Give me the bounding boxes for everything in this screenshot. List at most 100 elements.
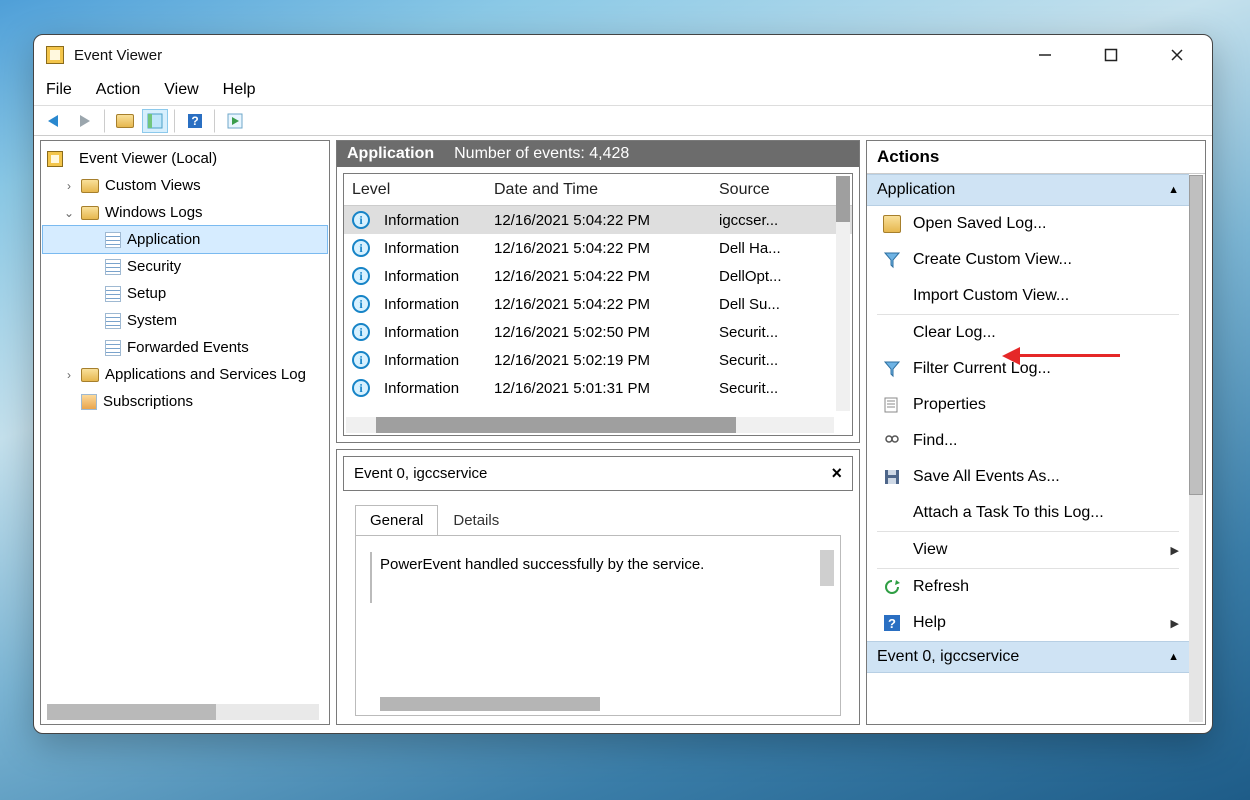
detail-title: Event 0, igccservice — [354, 465, 487, 482]
action-refresh[interactable]: Refresh — [867, 569, 1189, 605]
event-list-pane: Application Number of events: 4,428 Leve… — [336, 140, 860, 443]
help-icon: ? — [883, 614, 901, 632]
actions-pane: Actions Application▲ Open Saved Log... C… — [866, 140, 1206, 725]
maximize-button[interactable] — [1092, 40, 1130, 70]
detail-vscroll[interactable] — [820, 550, 834, 586]
up-folder-button[interactable] — [112, 109, 138, 133]
list-header-title: Application — [347, 145, 434, 163]
tree-custom-views[interactable]: ›Custom Views — [43, 172, 327, 199]
tree-log-forwarded[interactable]: Forwarded Events — [43, 334, 327, 361]
close-button[interactable] — [1158, 40, 1196, 70]
action-import-custom-view[interactable]: Import Custom View... — [867, 278, 1189, 314]
action-filter-log[interactable]: Filter Current Log... — [867, 351, 1189, 387]
action-clear-log[interactable]: Clear Log... — [867, 315, 1189, 351]
tab-details[interactable]: Details — [438, 505, 514, 535]
info-icon — [352, 351, 370, 369]
tree-apps-services[interactable]: ›Applications and Services Log — [43, 361, 327, 388]
event-row[interactable]: Information12/16/2021 5:04:22 PMDellOpt.… — [344, 262, 852, 290]
actions-section-application[interactable]: Application▲ — [867, 174, 1189, 206]
list-body: Level Date and Time Source Information12… — [343, 173, 853, 436]
refresh-icon — [883, 578, 901, 596]
col-source[interactable]: Source — [719, 181, 852, 199]
properties-icon — [883, 396, 901, 414]
svg-text:?: ? — [191, 114, 198, 128]
actions-body: Application▲ Open Saved Log... Create Cu… — [867, 174, 1205, 724]
event-row[interactable]: Information12/16/2021 5:04:22 PMigccser.… — [344, 206, 852, 234]
menu-file[interactable]: File — [46, 81, 72, 99]
tab-general[interactable]: General — [355, 505, 438, 535]
minimize-button[interactable] — [1026, 40, 1064, 70]
list-header-count: Number of events: 4,428 — [454, 145, 629, 163]
forward-button[interactable] — [72, 109, 98, 133]
detail-tabs: General Details — [355, 505, 841, 535]
info-icon — [352, 239, 370, 257]
detail-body: PowerEvent handled successfully by the s… — [355, 535, 841, 716]
blank-icon — [883, 287, 901, 305]
center-pane: Application Number of events: 4,428 Leve… — [336, 140, 860, 725]
event-row[interactable]: Information12/16/2021 5:01:31 PMSecurit.… — [344, 374, 852, 402]
actions-vscroll[interactable] — [1189, 175, 1203, 722]
event-row[interactable]: Information12/16/2021 5:04:22 PMDell Ha.… — [344, 234, 852, 262]
tree-subscriptions[interactable]: Subscriptions — [43, 388, 327, 415]
help-button[interactable]: ? — [182, 109, 208, 133]
info-icon — [352, 267, 370, 285]
funnel-icon — [883, 360, 901, 378]
menu-help[interactable]: Help — [223, 81, 256, 99]
chevron-right-icon: ▶ — [1171, 544, 1179, 557]
content-area: Event Viewer (Local) ›Custom Views ⌄Wind… — [34, 136, 1212, 733]
tree-log-system[interactable]: System — [43, 307, 327, 334]
funnel-icon — [883, 251, 901, 269]
tree-root[interactable]: Event Viewer (Local) — [43, 145, 327, 172]
titlebar: Event Viewer — [34, 35, 1212, 75]
event-row[interactable]: Information12/16/2021 5:02:50 PMSecurit.… — [344, 318, 852, 346]
preview-button[interactable] — [222, 109, 248, 133]
toolbar: ? — [34, 106, 1212, 136]
info-icon — [352, 211, 370, 229]
action-save-all-events[interactable]: Save All Events As... — [867, 459, 1189, 495]
action-view[interactable]: View▶ — [867, 532, 1189, 568]
tree-log-security[interactable]: Security — [43, 253, 327, 280]
action-attach-task[interactable]: Attach a Task To this Log... — [867, 495, 1189, 531]
find-icon — [883, 432, 901, 450]
action-properties[interactable]: Properties — [867, 387, 1189, 423]
svg-text:?: ? — [888, 616, 896, 631]
list-vscroll[interactable] — [836, 176, 850, 411]
action-help[interactable]: ?Help▶ — [867, 605, 1189, 641]
list-hscroll[interactable] — [346, 417, 834, 433]
info-icon — [352, 323, 370, 341]
col-date[interactable]: Date and Time — [494, 181, 719, 199]
event-viewer-window: Event Viewer File Action View Help ? Eve… — [33, 34, 1213, 734]
info-icon — [352, 295, 370, 313]
detail-header: Event 0, igccservice × — [343, 456, 853, 491]
menu-view[interactable]: View — [164, 81, 198, 99]
view-button[interactable] — [142, 109, 168, 133]
detail-hscroll[interactable] — [380, 697, 600, 711]
detail-pane: Event 0, igccservice × General Details P… — [336, 449, 860, 725]
back-button[interactable] — [42, 109, 68, 133]
action-find[interactable]: Find... — [867, 423, 1189, 459]
actions-section-event[interactable]: Event 0, igccservice▲ — [867, 641, 1189, 673]
detail-close-icon[interactable]: × — [831, 463, 842, 484]
blank-icon — [883, 324, 901, 342]
event-row[interactable]: Information12/16/2021 5:02:19 PMSecurit.… — [344, 346, 852, 374]
tree-log-setup[interactable]: Setup — [43, 280, 327, 307]
folder-open-icon — [883, 215, 901, 233]
actions-title: Actions — [867, 141, 1205, 174]
action-create-custom-view[interactable]: Create Custom View... — [867, 242, 1189, 278]
info-icon — [352, 379, 370, 397]
chevron-right-icon: ▶ — [1171, 617, 1179, 630]
tree-log-application[interactable]: Application — [43, 226, 327, 253]
app-icon — [46, 46, 64, 64]
blank-icon — [883, 504, 901, 522]
tree-windows-logs[interactable]: ⌄Windows Logs — [43, 199, 327, 226]
col-level[interactable]: Level — [344, 181, 494, 199]
menu-action[interactable]: Action — [96, 81, 140, 99]
detail-message: PowerEvent handled successfully by the s… — [370, 552, 826, 603]
event-rows: Information12/16/2021 5:04:22 PMigccser.… — [344, 206, 852, 435]
tree-hscroll[interactable] — [47, 704, 319, 720]
event-row[interactable]: Information12/16/2021 5:04:22 PMDell Su.… — [344, 290, 852, 318]
action-open-saved-log[interactable]: Open Saved Log... — [867, 206, 1189, 242]
blank-icon — [883, 541, 901, 559]
save-icon — [883, 468, 901, 486]
list-header: Application Number of events: 4,428 — [337, 141, 859, 167]
